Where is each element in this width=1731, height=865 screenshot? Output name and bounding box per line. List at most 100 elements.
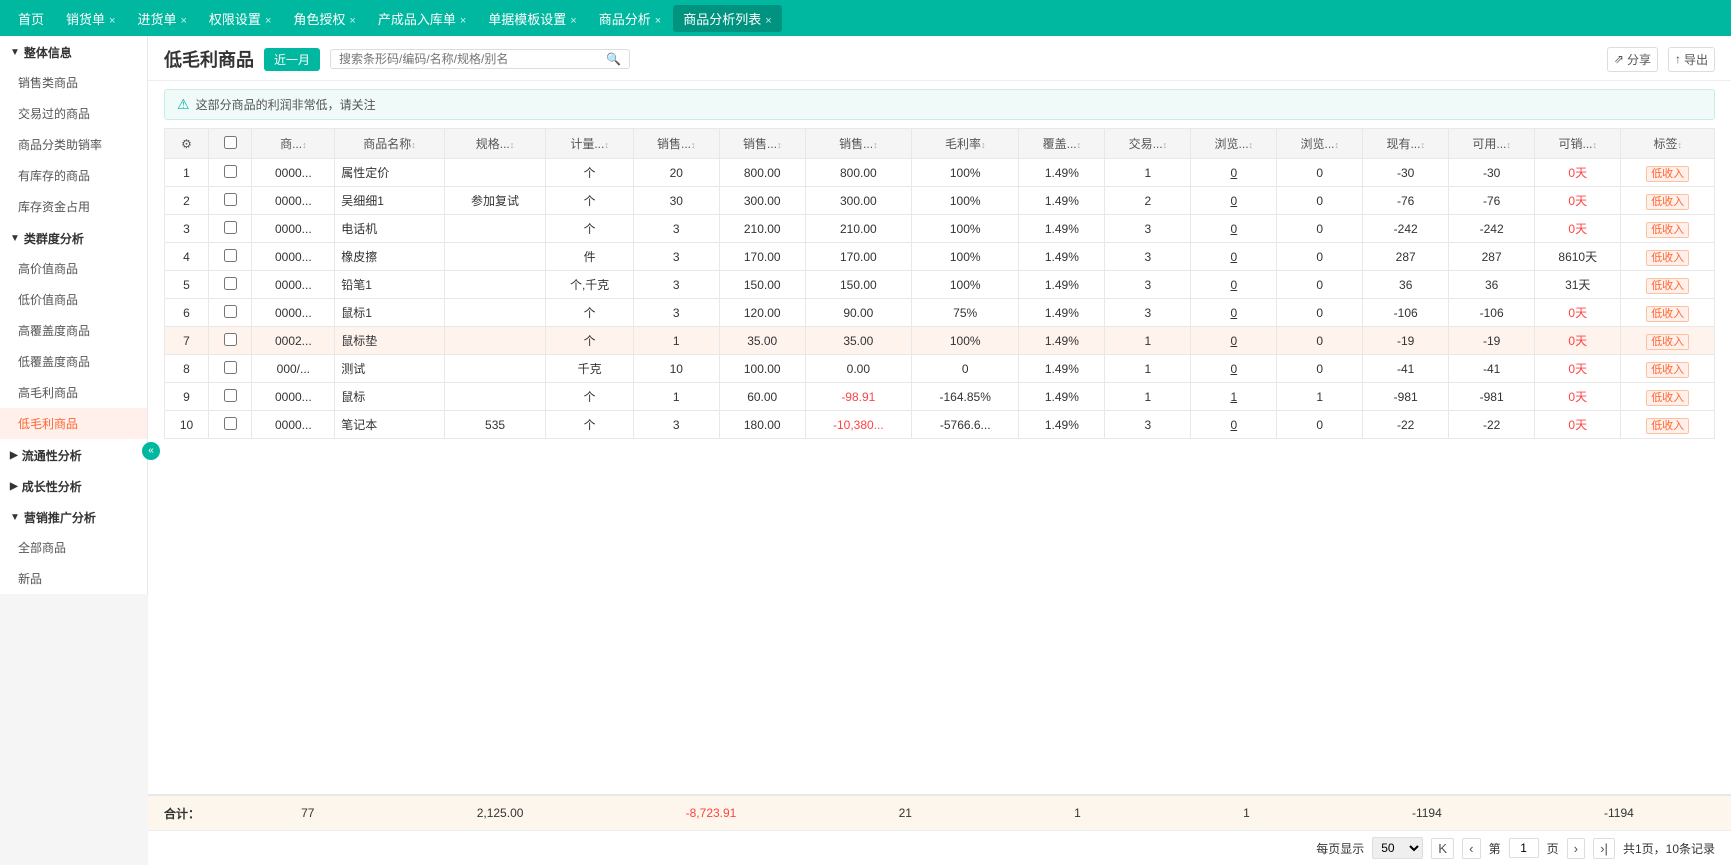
sidebar-item-low-value[interactable]: 低价值商品 xyxy=(0,284,147,315)
row-checkbox-9[interactable] xyxy=(224,417,237,430)
nav-template[interactable]: 单据模板设置× xyxy=(478,5,586,32)
th-settings[interactable]: ⚙ xyxy=(165,129,209,159)
row-view1[interactable]: 0 xyxy=(1191,355,1277,383)
sidebar-section-marketing[interactable]: ▼ 营销推广分析 xyxy=(0,501,147,532)
search-input[interactable] xyxy=(339,52,606,66)
page-next-btn[interactable]: › xyxy=(1567,838,1585,859)
th-available[interactable]: 可用...↕ xyxy=(1449,129,1535,159)
nav-sales[interactable]: 销货单× xyxy=(56,5,125,32)
th-code[interactable]: 商...↕ xyxy=(252,129,335,159)
row-checkbox-4[interactable] xyxy=(224,277,237,290)
row-tag: 低收入 xyxy=(1621,355,1715,383)
th-sales-amount[interactable]: 销售...↕ xyxy=(719,129,805,159)
export-button[interactable]: ↑ 导出 xyxy=(1668,47,1715,72)
nav-template-close[interactable]: × xyxy=(570,15,576,27)
row-check[interactable] xyxy=(208,187,251,215)
row-view1[interactable]: 0 xyxy=(1191,299,1277,327)
sidebar-item-new-goods[interactable]: 新品 xyxy=(0,563,147,594)
nav-analysis[interactable]: 商品分析× xyxy=(589,5,671,32)
row-checkbox-0[interactable] xyxy=(224,165,237,178)
row-view1[interactable]: 0 xyxy=(1191,215,1277,243)
th-sales-count[interactable]: 销售...↕ xyxy=(633,129,719,159)
row-checkbox-5[interactable] xyxy=(224,305,237,318)
row-check[interactable] xyxy=(208,243,251,271)
row-view1[interactable]: 0 xyxy=(1191,327,1277,355)
row-view1[interactable]: 0 xyxy=(1191,411,1277,439)
sidebar-item-all-goods[interactable]: 全部商品 xyxy=(0,532,147,563)
row-check[interactable] xyxy=(208,327,251,355)
nav-analysis-list[interactable]: 商品分析列表× xyxy=(673,5,781,32)
sidebar-section-circulation[interactable]: ▶ 流通性分析 xyxy=(0,439,147,470)
nav-home[interactable]: 首页 xyxy=(8,5,54,32)
th-spec[interactable]: 规格...↕ xyxy=(444,129,546,159)
page-size-select[interactable]: 50 20 100 xyxy=(1372,837,1423,859)
period-button[interactable]: 近一月 xyxy=(264,48,320,71)
sidebar-item-sales-goods[interactable]: 销售类商品 xyxy=(0,67,147,98)
row-view1[interactable]: 0 xyxy=(1191,271,1277,299)
nav-analysis-close[interactable]: × xyxy=(655,15,661,27)
nav-permissions[interactable]: 权限设置× xyxy=(199,5,281,32)
row-trade: 3 xyxy=(1105,411,1191,439)
sidebar-item-low-margin[interactable]: 低毛利商品 xyxy=(0,408,147,439)
th-view2[interactable]: 浏览...↕ xyxy=(1277,129,1363,159)
th-trade[interactable]: 交易...↕ xyxy=(1105,129,1191,159)
sidebar-item-high-value[interactable]: 高价值商品 xyxy=(0,253,147,284)
row-check[interactable] xyxy=(208,271,251,299)
nav-purchase[interactable]: 进货单× xyxy=(127,5,196,32)
page-first-btn[interactable]: K xyxy=(1431,838,1454,859)
sidebar-item-high-margin[interactable]: 高毛利商品 xyxy=(0,377,147,408)
th-tag[interactable]: 标签↕ xyxy=(1621,129,1715,159)
row-checkbox-8[interactable] xyxy=(224,389,237,402)
th-name[interactable]: 商品名称↕ xyxy=(335,129,444,159)
sidebar-item-category-rate[interactable]: 商品分类助销率 xyxy=(0,129,147,160)
page-last-btn[interactable]: ›| xyxy=(1593,838,1615,859)
th-margin[interactable]: 毛利率↕ xyxy=(911,129,1018,159)
row-checkbox-3[interactable] xyxy=(224,249,237,262)
th-check[interactable] xyxy=(208,129,251,159)
nav-roles-close[interactable]: × xyxy=(349,15,355,27)
table-container[interactable]: ⚙ 商...↕ 商品名称↕ 规格...↕ 计量...↕ 销售...↕ 销售...… xyxy=(148,128,1731,794)
row-check[interactable] xyxy=(208,383,251,411)
row-check[interactable] xyxy=(208,299,251,327)
row-view1[interactable]: 1 xyxy=(1191,383,1277,411)
th-coverage[interactable]: 覆盖...↕ xyxy=(1019,129,1105,159)
sidebar-collapse-btn[interactable]: « xyxy=(142,442,160,460)
th-saleable[interactable]: 可销...↕ xyxy=(1535,129,1621,159)
row-check[interactable] xyxy=(208,159,251,187)
sidebar-item-high-coverage[interactable]: 高覆盖度商品 xyxy=(0,315,147,346)
th-current[interactable]: 现有...↕ xyxy=(1363,129,1449,159)
row-view1[interactable]: 0 xyxy=(1191,243,1277,271)
page-prev-btn[interactable]: ‹ xyxy=(1462,838,1480,859)
nav-sales-close[interactable]: × xyxy=(109,15,115,27)
row-checkbox-7[interactable] xyxy=(224,361,237,374)
row-check[interactable] xyxy=(208,215,251,243)
sidebar-section-general[interactable]: ▼ 整体信息 xyxy=(0,36,147,67)
row-checkbox-1[interactable] xyxy=(224,193,237,206)
sidebar-item-low-coverage[interactable]: 低覆盖度商品 xyxy=(0,346,147,377)
page-number-input[interactable] xyxy=(1509,838,1539,858)
nav-roles[interactable]: 角色授权× xyxy=(283,5,365,32)
row-checkbox-6[interactable] xyxy=(224,333,237,346)
th-unit[interactable]: 计量...↕ xyxy=(546,129,633,159)
main-layout: ▼ 整体信息 销售类商品 交易过的商品 商品分类助销率 有库存的商品 库存资金占… xyxy=(0,36,1731,865)
nav-analysis-list-close[interactable]: × xyxy=(765,15,771,27)
row-view1[interactable]: 0 xyxy=(1191,187,1277,215)
th-view1[interactable]: 浏览...↕ xyxy=(1191,129,1277,159)
sidebar-section-cluster[interactable]: ▼ 类群度分析 xyxy=(0,222,147,253)
nav-permissions-close[interactable]: × xyxy=(265,15,271,27)
row-check[interactable] xyxy=(208,355,251,383)
share-button[interactable]: ⇗ 分享 xyxy=(1607,47,1658,72)
row-check[interactable] xyxy=(208,411,251,439)
th-sales-profit[interactable]: 销售...↕ xyxy=(805,129,911,159)
nav-product-in-close[interactable]: × xyxy=(460,15,466,27)
sidebar-item-inventory-capital[interactable]: 库存资金占用 xyxy=(0,191,147,222)
sidebar-item-in-stock[interactable]: 有库存的商品 xyxy=(0,160,147,191)
row-checkbox-2[interactable] xyxy=(224,221,237,234)
nav-product-in[interactable]: 产成品入库单× xyxy=(368,5,476,32)
select-all-checkbox[interactable] xyxy=(224,136,237,149)
sidebar-item-traded[interactable]: 交易过的商品 xyxy=(0,98,147,129)
search-icon[interactable]: 🔍 xyxy=(606,52,621,66)
nav-purchase-close[interactable]: × xyxy=(180,15,186,27)
row-view1[interactable]: 0 xyxy=(1191,159,1277,187)
sidebar-section-growth[interactable]: ▶ 成长性分析 xyxy=(0,470,147,501)
